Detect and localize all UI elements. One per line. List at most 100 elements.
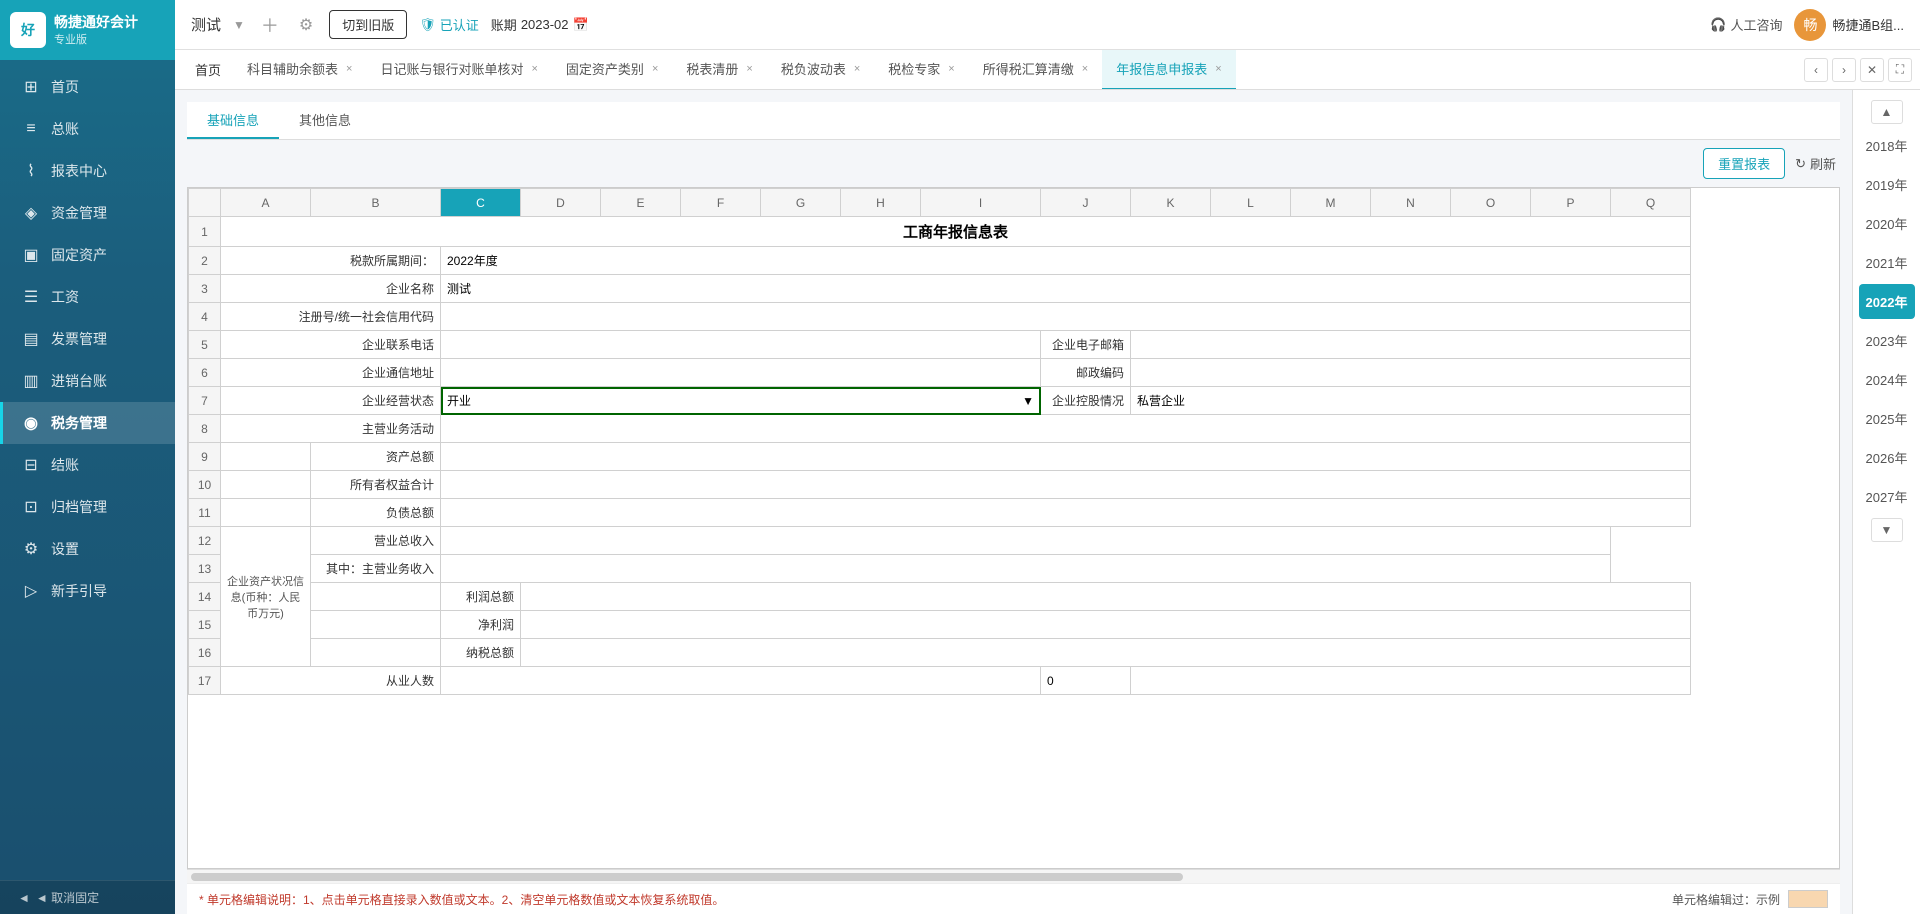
sidebar-label: 归档管理 (51, 497, 107, 517)
cell-row10-value[interactable] (441, 471, 1691, 499)
service-btn[interactable]: 🎧 人工咨询 (1710, 15, 1782, 34)
tab-4[interactable]: 税表清册× (672, 50, 766, 90)
tab-close-icon[interactable]: × (746, 63, 752, 75)
cell-control-label: 企业控股情况 (1041, 387, 1131, 415)
cell-row16-value[interactable] (521, 639, 1691, 667)
topbar-settings-btn[interactable]: ⚙ (295, 11, 317, 39)
cell-row11-a (221, 499, 311, 527)
cell-company-value[interactable]: 测试 (441, 275, 1691, 303)
topbar-add-btn[interactable]: ＋ (257, 8, 283, 42)
sidebar-label: 固定资产 (51, 245, 107, 265)
col-header-P: P (1531, 189, 1611, 217)
cell-employees-value[interactable]: 0 (1041, 667, 1131, 695)
spreadsheet[interactable]: ABCDEFGHIJKLMNOPQ 1工商年报信息表2税款所属期间：2022年度… (187, 187, 1840, 869)
year-item-2018年[interactable]: 2018年 (1859, 128, 1915, 163)
refresh-btn[interactable]: ↻ 刷新 (1795, 154, 1836, 173)
sheet-row-6: 6企业通信地址邮政编码 (189, 359, 1691, 387)
topbar-dropdown-arrow[interactable]: ▼ (233, 18, 245, 32)
sidebar-item-设置[interactable]: ⚙设置 (0, 528, 175, 570)
collapse-icon: ◄ (18, 891, 30, 905)
tab-7[interactable]: 所得税汇算清缴× (969, 50, 1102, 90)
tab-8[interactable]: 年报信息申报表× (1102, 50, 1235, 90)
cell-row6-right-value[interactable] (1131, 359, 1691, 387)
year-item-2025年[interactable]: 2025年 (1859, 401, 1915, 436)
sidebar-label: 结账 (51, 455, 79, 475)
tab-next-btn[interactable]: › (1832, 58, 1856, 82)
tab-prev-btn[interactable]: ‹ (1804, 58, 1828, 82)
tab-close-icon[interactable]: × (652, 63, 658, 75)
tab-close-icon[interactable]: × (948, 63, 954, 75)
cell-main-revenue-value[interactable] (441, 555, 1611, 583)
tab-6[interactable]: 税检专家× (874, 50, 968, 90)
cell-row14-value[interactable] (521, 583, 1691, 611)
cell-row15-value[interactable] (521, 611, 1691, 639)
sidebar-icon: ◉ (21, 413, 41, 433)
cell-period-value[interactable]: 2022年度 (441, 247, 1691, 275)
cell-assets-merge-label: 企业资产状况信息(币种：人民币万元) (221, 527, 311, 667)
subtab-其他信息[interactable]: 其他信息 (279, 102, 371, 139)
cell-row5-right-value[interactable] (1131, 331, 1691, 359)
sidebar-item-工资[interactable]: ☰工资 (0, 276, 175, 318)
cell-control-value[interactable]: 私营企业 (1131, 387, 1691, 415)
year-item-2023年[interactable]: 2023年 (1859, 323, 1915, 358)
cell-company-label: 企业名称 (221, 275, 441, 303)
dropdown-arrow[interactable]: ▼ (1022, 394, 1034, 408)
cell-status-dropdown[interactable]: 开业▼ (441, 387, 1041, 415)
tab-0[interactable]: 首页 (183, 60, 233, 79)
tab-5[interactable]: 税负波动表× (767, 50, 874, 90)
subtabs: 基础信息其他信息 (187, 102, 1840, 140)
sidebar-item-总账[interactable]: ≡总账 (0, 108, 175, 150)
cell-status-label: 企业经营状态 (221, 387, 441, 415)
sidebar-item-首页[interactable]: ⊞首页 (0, 66, 175, 108)
tab-close-icon[interactable]: × (531, 63, 537, 75)
cell-main-biz-value[interactable] (441, 415, 1691, 443)
sidebar-item-结账[interactable]: ⊟结账 (0, 444, 175, 486)
sidebar-item-资金管理[interactable]: ◈资金管理 (0, 192, 175, 234)
tab-close-icon[interactable]: × (1215, 63, 1221, 75)
tab-close-all-btn[interactable]: ✕ (1860, 58, 1884, 82)
sidebar-item-报表中心[interactable]: ⌇报表中心 (0, 150, 175, 192)
cell-row11-value[interactable] (441, 499, 1691, 527)
sidebar-item-归档管理[interactable]: ⊡归档管理 (0, 486, 175, 528)
tab-3[interactable]: 固定资产类别× (552, 50, 672, 90)
year-item-2021年[interactable]: 2021年 (1859, 245, 1915, 280)
year-item-2020年[interactable]: 2020年 (1859, 206, 1915, 241)
col-header-Q: Q (1611, 189, 1691, 217)
year-item-2019年[interactable]: 2019年 (1859, 167, 1915, 202)
tab-close-icon[interactable]: × (854, 63, 860, 75)
year-scroll-down-btn[interactable]: ▼ (1871, 518, 1903, 542)
sidebar-item-新手引导[interactable]: ▷新手引导 (0, 570, 175, 612)
sheet-hscroll[interactable] (187, 869, 1840, 883)
cell-row6-value[interactable] (441, 359, 1041, 387)
sidebar-item-税务管理[interactable]: ◉税务管理 (0, 402, 175, 444)
year-item-2022年[interactable]: 2022年 (1859, 284, 1915, 319)
year-item-2027年[interactable]: 2027年 (1859, 479, 1915, 514)
reset-report-btn[interactable]: 重置报表 (1703, 148, 1785, 179)
switch-old-btn[interactable]: 切到旧版 (329, 10, 407, 39)
year-item-2026年[interactable]: 2026年 (1859, 440, 1915, 475)
sidebar-item-固定资产[interactable]: ▣固定资产 (0, 234, 175, 276)
year-scroll-up-btn[interactable]: ▲ (1871, 100, 1903, 124)
calendar-icon[interactable]: 📅 (573, 17, 589, 33)
year-item-2024年[interactable]: 2024年 (1859, 362, 1915, 397)
tab-label: 日记账与银行对账单核对 (380, 59, 523, 78)
row-number-4: 4 (189, 303, 221, 331)
sidebar-collapse-btn[interactable]: ◄ ◄ 取消固定 (0, 880, 175, 914)
user-menu[interactable]: 畅 畅捷通B组... (1794, 9, 1904, 41)
sidebar-item-进销台账[interactable]: ▥进销台账 (0, 360, 175, 402)
col-header-K: K (1131, 189, 1211, 217)
subtab-基础信息[interactable]: 基础信息 (187, 102, 279, 139)
sheet-row-16: 16纳税总额 (189, 639, 1691, 667)
tab-1[interactable]: 科目辅助余额表× (233, 50, 366, 90)
tab-2[interactable]: 日记账与银行对账单核对 × (366, 50, 551, 90)
service-label: 人工咨询 (1730, 15, 1782, 34)
cell-row9-value[interactable] (441, 443, 1691, 471)
cell-regnum-value[interactable] (441, 303, 1691, 331)
cell-employees-empty[interactable] (441, 667, 1041, 695)
cell-row5-value[interactable] (441, 331, 1041, 359)
tab-expand-btn[interactable]: ⛶ (1888, 58, 1912, 82)
tab-close-icon[interactable]: × (346, 63, 352, 75)
sidebar-item-发票管理[interactable]: ▤发票管理 (0, 318, 175, 360)
cell-total-revenue-value[interactable] (441, 527, 1611, 555)
tab-close-icon[interactable]: × (1082, 63, 1088, 75)
